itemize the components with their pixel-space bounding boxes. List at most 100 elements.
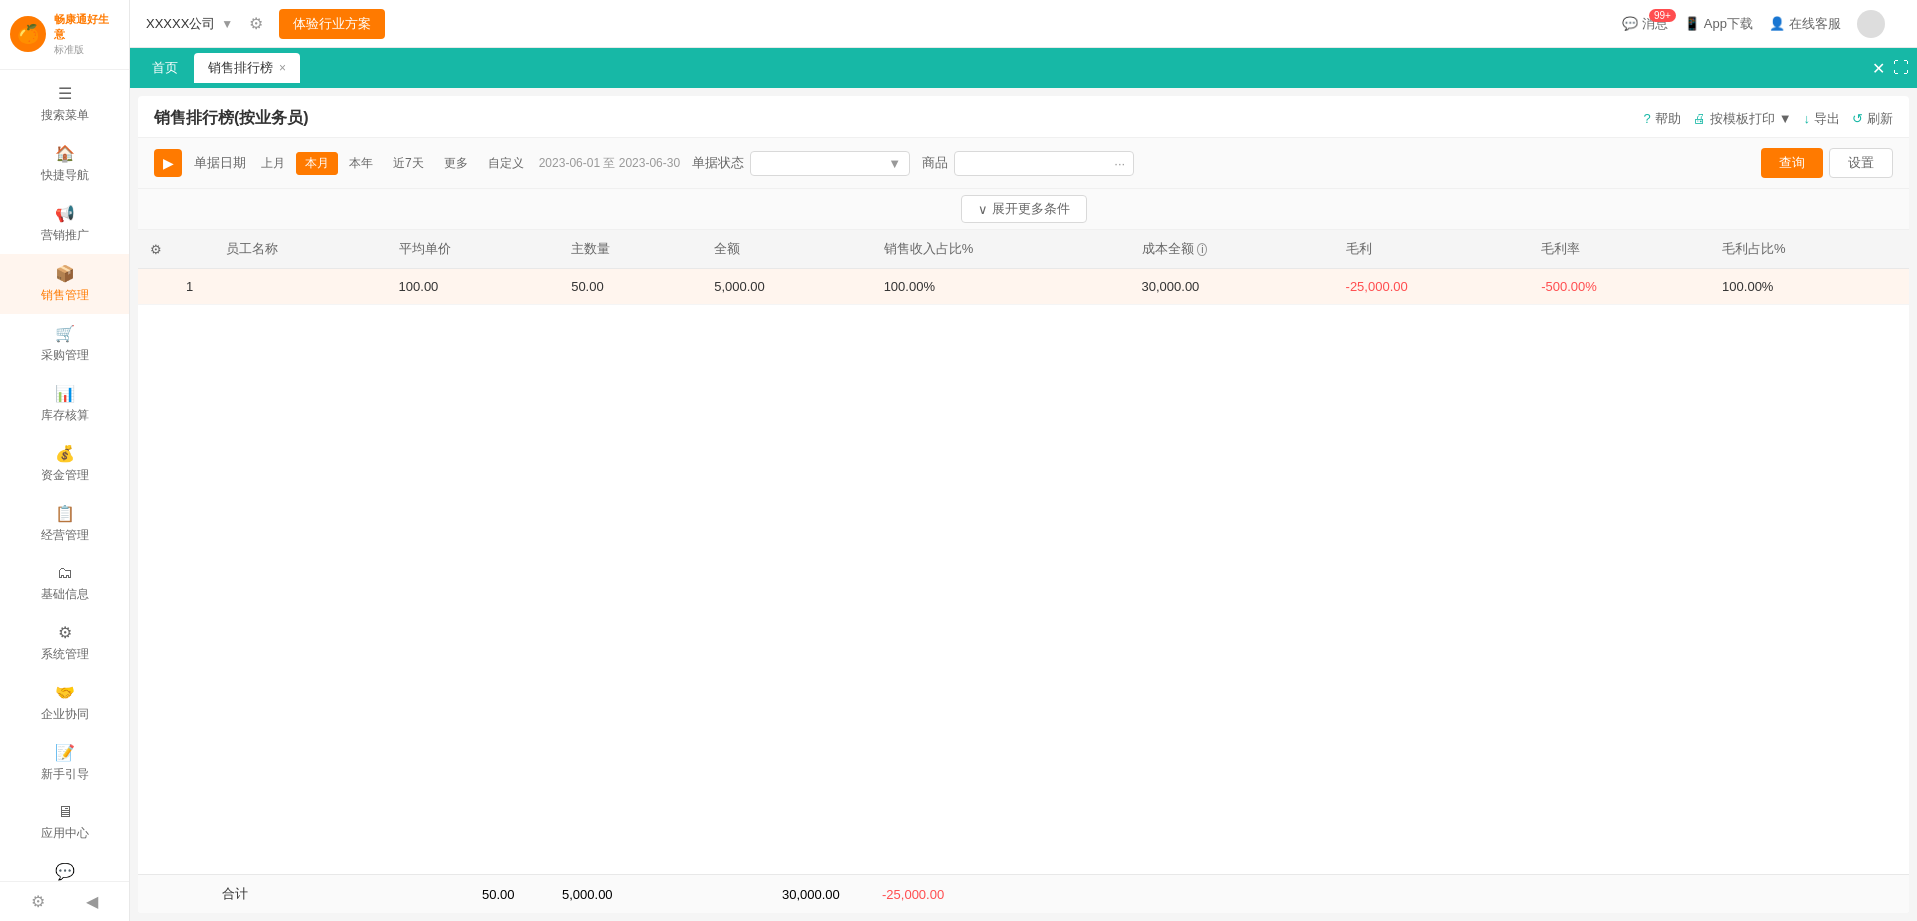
sidebar-item-label: 基础信息 xyxy=(41,586,89,603)
query-button[interactable]: 查询 xyxy=(1761,148,1823,178)
logo-icon: 🍊 xyxy=(10,16,46,52)
footer-quantity: 50.00 xyxy=(482,887,562,902)
date-btn-last-month[interactable]: 上月 xyxy=(252,152,294,175)
sidebar-item-inventory[interactable]: 📊 库存核算 xyxy=(0,374,129,434)
company-name: XXXXX公司 xyxy=(146,15,215,33)
logo-sub: 标准版 xyxy=(54,43,119,57)
print-chevron-icon: ▼ xyxy=(1779,111,1792,126)
message-badge: 99+ xyxy=(1649,9,1676,22)
date-btn-custom[interactable]: 自定义 xyxy=(479,152,533,175)
cell-rank: 1 xyxy=(174,269,214,305)
sidebar-item-basic[interactable]: 🗂 基础信息 xyxy=(0,554,129,613)
wechat-icon: 💬 xyxy=(55,862,75,881)
sidebar-item-label: 销售管理 xyxy=(41,287,89,304)
sidebar-item-wechat[interactable]: 💬 企业微信 xyxy=(0,852,129,881)
date-options: 上月 本月 本年 近7天 更多 自定义 xyxy=(252,152,533,175)
status-filter: 单据状态 ▼ xyxy=(692,151,910,176)
company-selector[interactable]: XXXXX公司 ▼ xyxy=(146,15,233,33)
sales-icon: 📦 xyxy=(55,264,75,283)
system-icon: ⚙ xyxy=(58,623,72,642)
col-avg-price: 平均单价 xyxy=(387,230,560,269)
sidebar-item-label: 营销推广 xyxy=(41,227,89,244)
tab-close-icon[interactable]: × xyxy=(279,61,286,75)
help-button[interactable]: ? 帮助 xyxy=(1643,110,1680,128)
export-button[interactable]: ↓ 导出 xyxy=(1804,110,1841,128)
col-rank xyxy=(174,230,214,269)
goods-label: 商品 xyxy=(922,154,948,172)
sidebar-item-appstore[interactable]: 🖥 应用中心 xyxy=(0,793,129,852)
sidebar-item-operation[interactable]: 📋 经营管理 xyxy=(0,494,129,554)
sidebar-item-label: 企业协同 xyxy=(41,706,89,723)
template-print-button[interactable]: 🖨 按模板打印 ▼ xyxy=(1693,110,1792,128)
table-header-row: ⚙ 员工名称 平均单价 主数量 全额 销售收入占比% 成本全额 i 毛利 毛利率… xyxy=(138,230,1909,269)
col-settings[interactable]: ⚙ xyxy=(138,230,174,269)
col-employee: 员工名称 xyxy=(214,230,387,269)
date-btn-this-year[interactable]: 本年 xyxy=(340,152,382,175)
basic-icon: 🗂 xyxy=(57,564,73,582)
expand-more-button[interactable]: ∨ 展开更多条件 xyxy=(961,195,1087,223)
cell-gross: -25,000.00 xyxy=(1334,269,1530,305)
footer-gross: -25,000.00 xyxy=(882,887,982,902)
sidebar-settings-icon[interactable]: ⚙ xyxy=(31,892,45,911)
col-cost: 成本全额 i xyxy=(1130,230,1334,269)
goods-select[interactable]: ··· xyxy=(954,151,1134,176)
cell-employee xyxy=(214,269,387,305)
message-item[interactable]: 💬 消息 99+ xyxy=(1622,15,1668,33)
sidebar-bottom: ⚙ ◀ xyxy=(0,881,129,921)
date-btn-more[interactable]: 更多 xyxy=(435,152,477,175)
table-row: 1 100.00 50.00 5,000.00 100.00% 30,000.0… xyxy=(138,269,1909,305)
online-service-item[interactable]: 👤 在线客服 xyxy=(1769,15,1841,33)
sidebar-item-collab[interactable]: 🤝 企业协同 xyxy=(0,673,129,733)
sidebar-item-purchase[interactable]: 🛒 采购管理 xyxy=(0,314,129,374)
export-icon: ↓ xyxy=(1804,111,1811,126)
trial-button[interactable]: 体验行业方案 xyxy=(279,9,385,39)
header-right: 💬 消息 99+ 📱 App下载 👤 在线客服 xyxy=(1622,10,1901,38)
page-actions: ? 帮助 🖨 按模板打印 ▼ ↓ 导出 ↺ 刷新 xyxy=(1643,110,1893,128)
page-header: 销售排行榜(按业务员) ? 帮助 🖨 按模板打印 ▼ ↓ 导出 xyxy=(138,96,1909,138)
col-sales-ratio: 销售收入占比% xyxy=(872,230,1130,269)
cell-avg-price: 100.00 xyxy=(387,269,560,305)
sidebar: 🍊 畅康通好生意 标准版 ☰ 搜索菜单 🏠 快捷导航 📢 营销推广 📦 销售管理… xyxy=(0,0,130,921)
filter-toggle-button[interactable]: ▶ xyxy=(154,149,182,177)
date-filter: 单据日期 上月 本月 本年 近7天 更多 自定义 2023-06-01 至 20… xyxy=(194,152,680,175)
refresh-button[interactable]: ↺ 刷新 xyxy=(1852,110,1893,128)
sidebar-item-label: 搜索菜单 xyxy=(41,107,89,124)
settings-button[interactable]: 设置 xyxy=(1829,148,1893,178)
date-btn-this-month[interactable]: 本月 xyxy=(296,152,338,175)
top-header: XXXXX公司 ▼ ⚙ 体验行业方案 💬 消息 99+ 📱 App下载 👤 在线… xyxy=(130,0,1917,48)
user-avatar[interactable] xyxy=(1857,10,1885,38)
expand-more-label: 展开更多条件 xyxy=(992,200,1070,218)
company-chevron-icon: ▼ xyxy=(221,17,233,31)
sidebar-collapse-icon[interactable]: ◀ xyxy=(86,892,98,911)
app-download-item[interactable]: 📱 App下载 xyxy=(1684,15,1753,33)
tab-home[interactable]: 首页 xyxy=(138,53,192,83)
print-icon: 🖨 xyxy=(1693,111,1706,126)
sidebar-item-marketing[interactable]: 📢 营销推广 xyxy=(0,194,129,254)
header-settings-icon[interactable]: ⚙ xyxy=(249,14,263,33)
sidebar-item-search-order[interactable]: ☰ 搜索菜单 xyxy=(0,74,129,134)
marketing-icon: 📢 xyxy=(55,204,75,223)
refresh-icon: ↺ xyxy=(1852,111,1863,126)
tab-maximize-icon[interactable]: ⛶ xyxy=(1893,59,1909,78)
sidebar-item-quick-nav[interactable]: 🏠 快捷导航 xyxy=(0,134,129,194)
template-print-label: 按模板打印 xyxy=(1710,110,1775,128)
col-gross-ratio: 毛利占比% xyxy=(1710,230,1909,269)
tab-sales-ranking[interactable]: 销售排行榜 × xyxy=(194,53,300,83)
sidebar-item-sales[interactable]: 📦 销售管理 xyxy=(0,254,129,314)
export-label: 导出 xyxy=(1814,110,1840,128)
service-icon: 👤 xyxy=(1769,16,1785,31)
appstore-icon: 🖥 xyxy=(57,803,73,821)
sidebar-item-label: 快捷导航 xyxy=(41,167,89,184)
sidebar-item-finance[interactable]: 💰 资金管理 xyxy=(0,434,129,494)
sidebar-item-system[interactable]: ⚙ 系统管理 xyxy=(0,613,129,673)
status-select[interactable]: ▼ xyxy=(750,151,910,176)
tab-close-window-icon[interactable]: ✕ xyxy=(1872,59,1885,78)
cell-gross-ratio: 100.00% xyxy=(1710,269,1909,305)
sidebar-item-guide[interactable]: 📝 新手引导 xyxy=(0,733,129,793)
tab-current-label: 销售排行榜 xyxy=(208,59,273,77)
date-btn-7days[interactable]: 近7天 xyxy=(384,152,433,175)
tab-bar-actions: ✕ ⛶ xyxy=(1872,59,1909,78)
message-icon: 💬 xyxy=(1622,16,1638,31)
query-buttons: 查询 设置 xyxy=(1761,148,1893,178)
data-table: ⚙ 员工名称 平均单价 主数量 全额 销售收入占比% 成本全额 i 毛利 毛利率… xyxy=(138,230,1909,305)
